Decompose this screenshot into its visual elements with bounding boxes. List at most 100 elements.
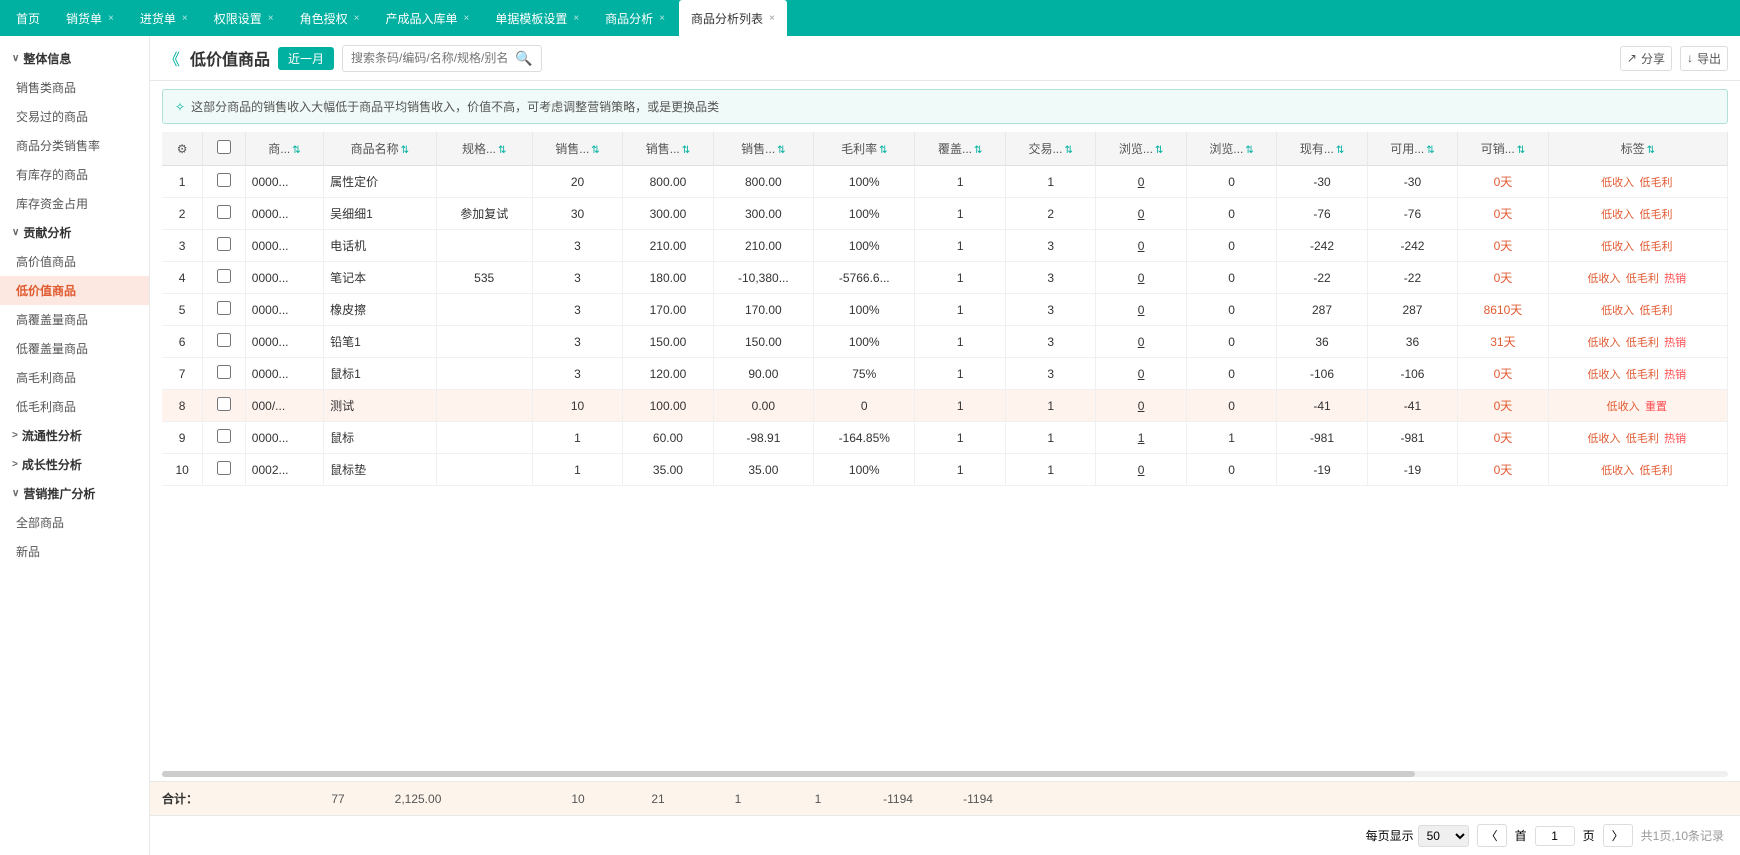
- row-select-checkbox[interactable]: [217, 269, 231, 283]
- total-sale-amount: 2,125.00: [378, 792, 458, 806]
- browse1-link[interactable]: 0: [1138, 207, 1145, 221]
- sidebar-item-low-coverage[interactable]: 低覆盖量商品: [0, 334, 149, 363]
- row-checkbox[interactable]: [203, 294, 246, 326]
- col-settings[interactable]: ⚙: [162, 132, 203, 166]
- row-browse1[interactable]: 0: [1096, 326, 1186, 358]
- row-sale-amount: 800.00: [623, 166, 713, 198]
- sidebar-item-sales-goods[interactable]: 销售类商品: [0, 73, 149, 102]
- sidebar-item-traded-goods[interactable]: 交易过的商品: [0, 102, 149, 131]
- close-icon[interactable]: ×: [463, 13, 469, 24]
- row-sale-qty: 30: [532, 198, 622, 230]
- row-checkbox[interactable]: [203, 262, 246, 294]
- nav-sales[interactable]: 销货单 ×: [54, 0, 126, 36]
- sidebar-item-all-goods[interactable]: 全部商品: [0, 508, 149, 537]
- tag-badge: 低毛利: [1626, 337, 1659, 349]
- col-checkbox[interactable]: [203, 132, 246, 166]
- close-icon[interactable]: ×: [354, 13, 360, 24]
- browse1-link[interactable]: 0: [1138, 239, 1145, 253]
- next-page-button[interactable]: 〉: [1603, 824, 1633, 847]
- row-select-checkbox[interactable]: [217, 397, 231, 411]
- row-checkbox[interactable]: [203, 166, 246, 198]
- row-checkbox[interactable]: [203, 422, 246, 454]
- tag-badge: 低收入: [1601, 209, 1634, 221]
- row-browse1[interactable]: 0: [1096, 294, 1186, 326]
- row-select-checkbox[interactable]: [217, 173, 231, 187]
- row-browse1[interactable]: 0: [1096, 390, 1186, 422]
- sidebar-group-contribution[interactable]: ∨ 贡献分析: [0, 218, 149, 247]
- nav-purchase[interactable]: 进货单 ×: [128, 0, 200, 36]
- browse1-link[interactable]: 1: [1138, 431, 1145, 445]
- browse1-link[interactable]: 0: [1138, 463, 1145, 477]
- row-browse1[interactable]: 0: [1096, 358, 1186, 390]
- browse1-link[interactable]: 0: [1138, 271, 1145, 285]
- nav-roles[interactable]: 角色授权 ×: [288, 0, 372, 36]
- horizontal-scrollbar[interactable]: [162, 771, 1728, 777]
- sidebar-item-high-margin[interactable]: 高毛利商品: [0, 363, 149, 392]
- first-page-button[interactable]: 〈: [1477, 824, 1507, 847]
- search-input[interactable]: [351, 51, 511, 65]
- row-checkbox[interactable]: [203, 198, 246, 230]
- collapse-sidebar-button[interactable]: 《: [162, 44, 182, 72]
- nav-product-stock[interactable]: 产成品入库单 ×: [373, 0, 481, 36]
- browse1-link[interactable]: 0: [1138, 335, 1145, 349]
- filter-recent-month-button[interactable]: 近一月: [278, 47, 334, 70]
- sidebar-item-stocked-goods[interactable]: 有库存的商品: [0, 160, 149, 189]
- sidebar-item-category-sales-rate[interactable]: 商品分类销售率: [0, 131, 149, 160]
- close-icon[interactable]: ×: [573, 13, 579, 24]
- row-browse1[interactable]: 0: [1096, 166, 1186, 198]
- row-select-checkbox[interactable]: [217, 205, 231, 219]
- close-icon[interactable]: ×: [659, 13, 665, 24]
- search-icon[interactable]: 🔍: [515, 50, 532, 67]
- row-select-checkbox[interactable]: [217, 365, 231, 379]
- sidebar-item-high-value[interactable]: 高价值商品: [0, 247, 149, 276]
- export-button[interactable]: ↓ 导出: [1680, 46, 1728, 71]
- row-select-checkbox[interactable]: [217, 429, 231, 443]
- sidebar-group-overall[interactable]: ∨ 整体信息: [0, 44, 149, 73]
- nav-product-analysis[interactable]: 商品分析 ×: [593, 0, 677, 36]
- nav-product-analysis-list[interactable]: 商品分析列表 ×: [679, 0, 787, 36]
- sidebar-item-high-coverage[interactable]: 高覆盖量商品: [0, 305, 149, 334]
- select-all-checkbox[interactable]: [217, 140, 231, 154]
- sidebar-item-stock-fund[interactable]: 库存资金占用: [0, 189, 149, 218]
- row-code: 0000...: [245, 326, 323, 358]
- row-browse1[interactable]: 0: [1096, 230, 1186, 262]
- browse1-link[interactable]: 0: [1138, 303, 1145, 317]
- row-checkbox[interactable]: [203, 326, 246, 358]
- row-browse1[interactable]: 0: [1096, 454, 1186, 486]
- row-browse1[interactable]: 0: [1096, 198, 1186, 230]
- browse1-link[interactable]: 0: [1138, 175, 1145, 189]
- row-select-checkbox[interactable]: [217, 333, 231, 347]
- sidebar: ∨ 整体信息 销售类商品 交易过的商品 商品分类销售率 有库存的商品 库存资金占…: [0, 36, 150, 855]
- close-icon[interactable]: ×: [769, 13, 775, 24]
- browse1-link[interactable]: 0: [1138, 367, 1145, 381]
- row-checkbox[interactable]: [203, 230, 246, 262]
- sidebar-group-circulation[interactable]: > 流通性分析: [0, 421, 149, 450]
- close-icon[interactable]: ×: [268, 13, 274, 24]
- row-select-checkbox[interactable]: [217, 237, 231, 251]
- close-icon[interactable]: ×: [108, 13, 114, 24]
- per-page-select[interactable]: 50 100 200: [1418, 825, 1469, 847]
- page-number-input[interactable]: [1535, 826, 1575, 846]
- nav-permissions[interactable]: 权限设置 ×: [202, 0, 286, 36]
- row-select-checkbox[interactable]: [217, 301, 231, 315]
- scrollbar-thumb[interactable]: [162, 771, 1415, 777]
- total-browse1: 1: [698, 792, 778, 806]
- row-available: -19: [1367, 454, 1457, 486]
- sidebar-group-growth[interactable]: > 成长性分析: [0, 450, 149, 479]
- row-checkbox[interactable]: [203, 390, 246, 422]
- row-checkbox[interactable]: [203, 454, 246, 486]
- sidebar-item-low-margin[interactable]: 低毛利商品: [0, 392, 149, 421]
- row-browse1[interactable]: 1: [1096, 422, 1186, 454]
- nav-home[interactable]: 首页: [4, 0, 52, 36]
- share-button[interactable]: ↗ 分享: [1620, 46, 1672, 71]
- browse1-link[interactable]: 0: [1138, 399, 1145, 413]
- sidebar-group-marketing[interactable]: ∨ 营销推广分析: [0, 479, 149, 508]
- row-checkbox[interactable]: [203, 358, 246, 390]
- close-icon[interactable]: ×: [182, 13, 188, 24]
- row-select-checkbox[interactable]: [217, 461, 231, 475]
- row-browse1[interactable]: 0: [1096, 262, 1186, 294]
- nav-template[interactable]: 单据模板设置 ×: [483, 0, 591, 36]
- sidebar-item-low-value[interactable]: 低价值商品: [0, 276, 149, 305]
- row-tags: 低收入 低毛利 热销: [1548, 262, 1727, 294]
- sidebar-item-new-goods[interactable]: 新品: [0, 537, 149, 566]
